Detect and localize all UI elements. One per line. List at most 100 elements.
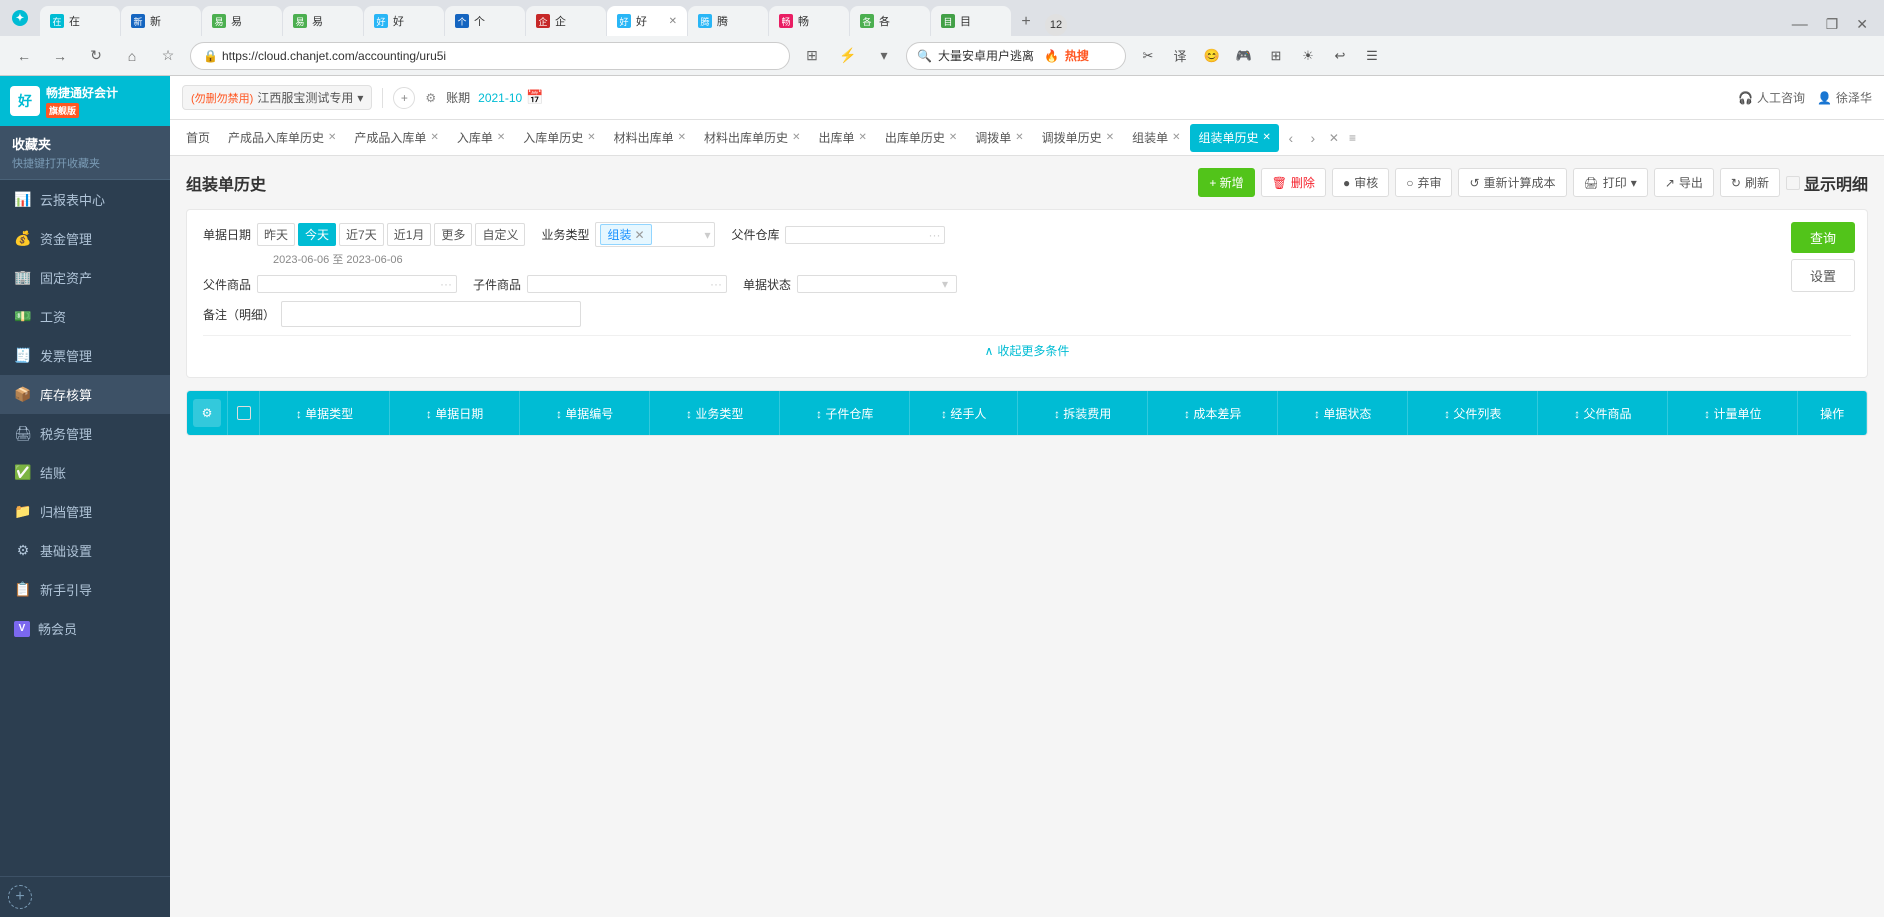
nav-tab-assemble-hist[interactable]: 调拨单历史 ✕ <box>1034 124 1122 152</box>
nav-tab-prod-in-hist[interactable]: 产成品入库单历史 ✕ <box>220 124 344 152</box>
back-button[interactable]: ← <box>10 42 38 70</box>
th-child-warehouse[interactable]: ↕ 子件仓库 <box>780 391 910 435</box>
company-selector[interactable]: (勿删勿禁用) 江西服宝测试专用 ▾ <box>182 85 372 110</box>
nav-tab-kit-hist-close[interactable]: ✕ <box>1263 132 1271 143</box>
parent-warehouse-selector[interactable]: ··· <box>785 226 945 244</box>
nav-tab-out-order-close[interactable]: ✕ <box>858 132 866 143</box>
export-button[interactable]: ↗ 导出 <box>1654 168 1714 197</box>
nav-tab-prod-in-hist-close[interactable]: ✕ <box>328 132 336 143</box>
nav-tab-kit[interactable]: 组装单 ✕ <box>1124 124 1188 152</box>
browser-tab-9[interactable]: 腾 腾 <box>688 6 768 36</box>
th-parent-list[interactable]: ↕ 父件列表 <box>1408 391 1538 435</box>
nav-tab-mat-out-hist-close[interactable]: ✕ <box>792 132 800 143</box>
browser-tab-5[interactable]: 好 好 <box>364 6 444 36</box>
nav-tab-next[interactable]: › <box>1303 120 1323 156</box>
th-bill-date[interactable]: ↕ 单据日期 <box>390 391 520 435</box>
recalc-button[interactable]: ↺ 重新计算成本 <box>1458 168 1566 197</box>
nav-tab-out-hist-close[interactable]: ✕ <box>949 132 957 143</box>
sidebar-item-member[interactable]: V 畅会员 <box>0 609 170 648</box>
sidebar-item-invoice[interactable]: 🧾 发票管理 <box>0 336 170 375</box>
order-status-selector[interactable]: ▾ <box>797 275 957 293</box>
th-bill-no[interactable]: ↕ 单据编号 <box>520 391 650 435</box>
new-tab-button[interactable]: + <box>1012 8 1040 36</box>
window-maximize[interactable]: ❐ <box>1818 14 1847 36</box>
sidebar-item-archive[interactable]: 📁 归档管理 <box>0 492 170 531</box>
setup-button[interactable]: 设置 <box>1791 259 1855 292</box>
undo-icon[interactable]: ↩ <box>1326 42 1354 70</box>
grid-icon[interactable]: ⊞ <box>1262 42 1290 70</box>
scissors-icon[interactable]: ✂ <box>1134 42 1162 70</box>
nav-tab-prod-in[interactable]: 产成品入库单 ✕ <box>346 124 446 152</box>
nav-tab-kit-hist[interactable]: 组装单历史 ✕ <box>1190 124 1278 152</box>
url-bar[interactable]: 🔒 https://cloud.chanjet.com/accounting/u… <box>190 42 790 70</box>
biz-type-selector[interactable]: 组装 ✕ ▾ <box>595 222 715 247</box>
bookmark-sub[interactable]: 快捷键打开收藏夹 <box>12 155 158 171</box>
window-minimize[interactable]: — <box>1784 14 1816 36</box>
date-btn-7days[interactable]: 近7天 <box>339 223 384 246</box>
note-input[interactable] <box>281 301 581 327</box>
nav-tab-home[interactable]: 首页 <box>178 124 218 152</box>
add-sidebar-item-button[interactable]: + <box>8 885 32 909</box>
settings-gear-icon[interactable]: ⚙ <box>425 91 436 105</box>
nav-tab-in-hist[interactable]: 入库单历史 ✕ <box>515 124 603 152</box>
browser-tab-7[interactable]: 企 企 <box>526 6 606 36</box>
translate-icon[interactable]: 译 <box>1166 42 1194 70</box>
emoji-icon[interactable]: 😊 <box>1198 42 1226 70</box>
th-parent-goods[interactable]: ↕ 父件商品 <box>1538 391 1668 435</box>
query-button[interactable]: 查询 <box>1791 222 1855 253</box>
tab-more-button[interactable]: ≡ <box>1345 129 1360 147</box>
date-btn-more[interactable]: 更多 <box>434 223 472 246</box>
browser-tab-6[interactable]: 个 个 <box>445 6 525 36</box>
qr-button[interactable]: ⊞ <box>798 42 826 70</box>
bookmark-button[interactable]: ☆ <box>154 42 182 70</box>
delete-button[interactable]: 🗑 删除 <box>1261 168 1326 197</box>
th-unit[interactable]: ↕ 计量单位 <box>1668 391 1798 435</box>
show-detail-checkbox[interactable] <box>1786 176 1800 190</box>
nav-tab-mat-out[interactable]: 材料出库单 ✕ <box>606 124 694 152</box>
forward-button[interactable]: → <box>46 42 74 70</box>
nav-tab-out-order[interactable]: 出库单 ✕ <box>810 124 874 152</box>
url-dropdown[interactable]: ▾ <box>870 42 898 70</box>
date-btn-yesterday[interactable]: 昨天 <box>257 223 295 246</box>
th-checkbox[interactable] <box>228 391 260 435</box>
select-all-checkbox[interactable] <box>237 406 251 420</box>
reload-button[interactable]: ↻ <box>82 42 110 70</box>
help-button[interactable]: 🎧 人工咨询 <box>1738 89 1805 106</box>
date-btn-today[interactable]: 今天 <box>298 223 336 246</box>
theme-icon[interactable]: ☀ <box>1294 42 1322 70</box>
date-btn-custom[interactable]: 自定义 <box>475 223 525 246</box>
sidebar-item-fund[interactable]: 💰 资金管理 <box>0 219 170 258</box>
nav-tab-prev[interactable]: ‹ <box>1281 120 1301 156</box>
th-disassemble-fee[interactable]: ↕ 拆装费用 <box>1018 391 1148 435</box>
nav-tab-mat-out-close[interactable]: ✕ <box>678 132 686 143</box>
period-selector[interactable]: 账期 2021-10 📅 <box>446 89 544 106</box>
nav-tab-out-hist[interactable]: 出库单历史 ✕ <box>877 124 965 152</box>
tab-close-8[interactable]: ✕ <box>669 16 677 27</box>
th-bill-status[interactable]: ↕ 单据状态 <box>1278 391 1408 435</box>
browser-tab-1[interactable]: 在 在 <box>40 6 120 36</box>
add-button[interactable]: + 新增 <box>1198 168 1254 197</box>
search-bar[interactable]: 🔍 大量安卓用户逃离 🔥 热搜 <box>906 42 1126 70</box>
browser-tab-2[interactable]: 新 新 <box>121 6 201 36</box>
game-icon[interactable]: 🎮 <box>1230 42 1258 70</box>
sidebar-item-inventory[interactable]: 📦 库存核算 <box>0 375 170 414</box>
browser-tab-8[interactable]: 好 好 ✕ <box>607 6 687 36</box>
nav-tab-assemble-close[interactable]: ✕ <box>1015 132 1023 143</box>
approve-button[interactable]: ● 审核 <box>1332 168 1389 197</box>
browser-tab-3[interactable]: 易 易 <box>202 6 282 36</box>
browser-tab-10[interactable]: 畅 畅 <box>769 6 849 36</box>
nav-tab-assemble[interactable]: 调拨单 ✕ <box>967 124 1031 152</box>
nav-tab-in-order[interactable]: 入库单 ✕ <box>449 124 513 152</box>
menu-icon[interactable]: ☰ <box>1358 42 1386 70</box>
biz-type-tag-close[interactable]: ✕ <box>634 228 644 242</box>
date-btn-1month[interactable]: 近1月 <box>387 223 432 246</box>
refresh-button[interactable]: ↻ 刷新 <box>1720 168 1780 197</box>
sidebar-item-checkout[interactable]: ✅ 结账 <box>0 453 170 492</box>
parent-goods-selector[interactable]: ··· <box>257 275 457 293</box>
th-settings[interactable]: ⚙ <box>187 391 228 435</box>
th-biz-type[interactable]: ↕ 业务类型 <box>650 391 780 435</box>
table-settings-button[interactable]: ⚙ <box>193 399 221 427</box>
show-detail-toggle[interactable]: 显示明细 <box>1786 171 1868 195</box>
window-close[interactable]: ✕ <box>1848 14 1876 36</box>
sidebar-item-report[interactable]: 📊 云报表中心 <box>0 180 170 219</box>
